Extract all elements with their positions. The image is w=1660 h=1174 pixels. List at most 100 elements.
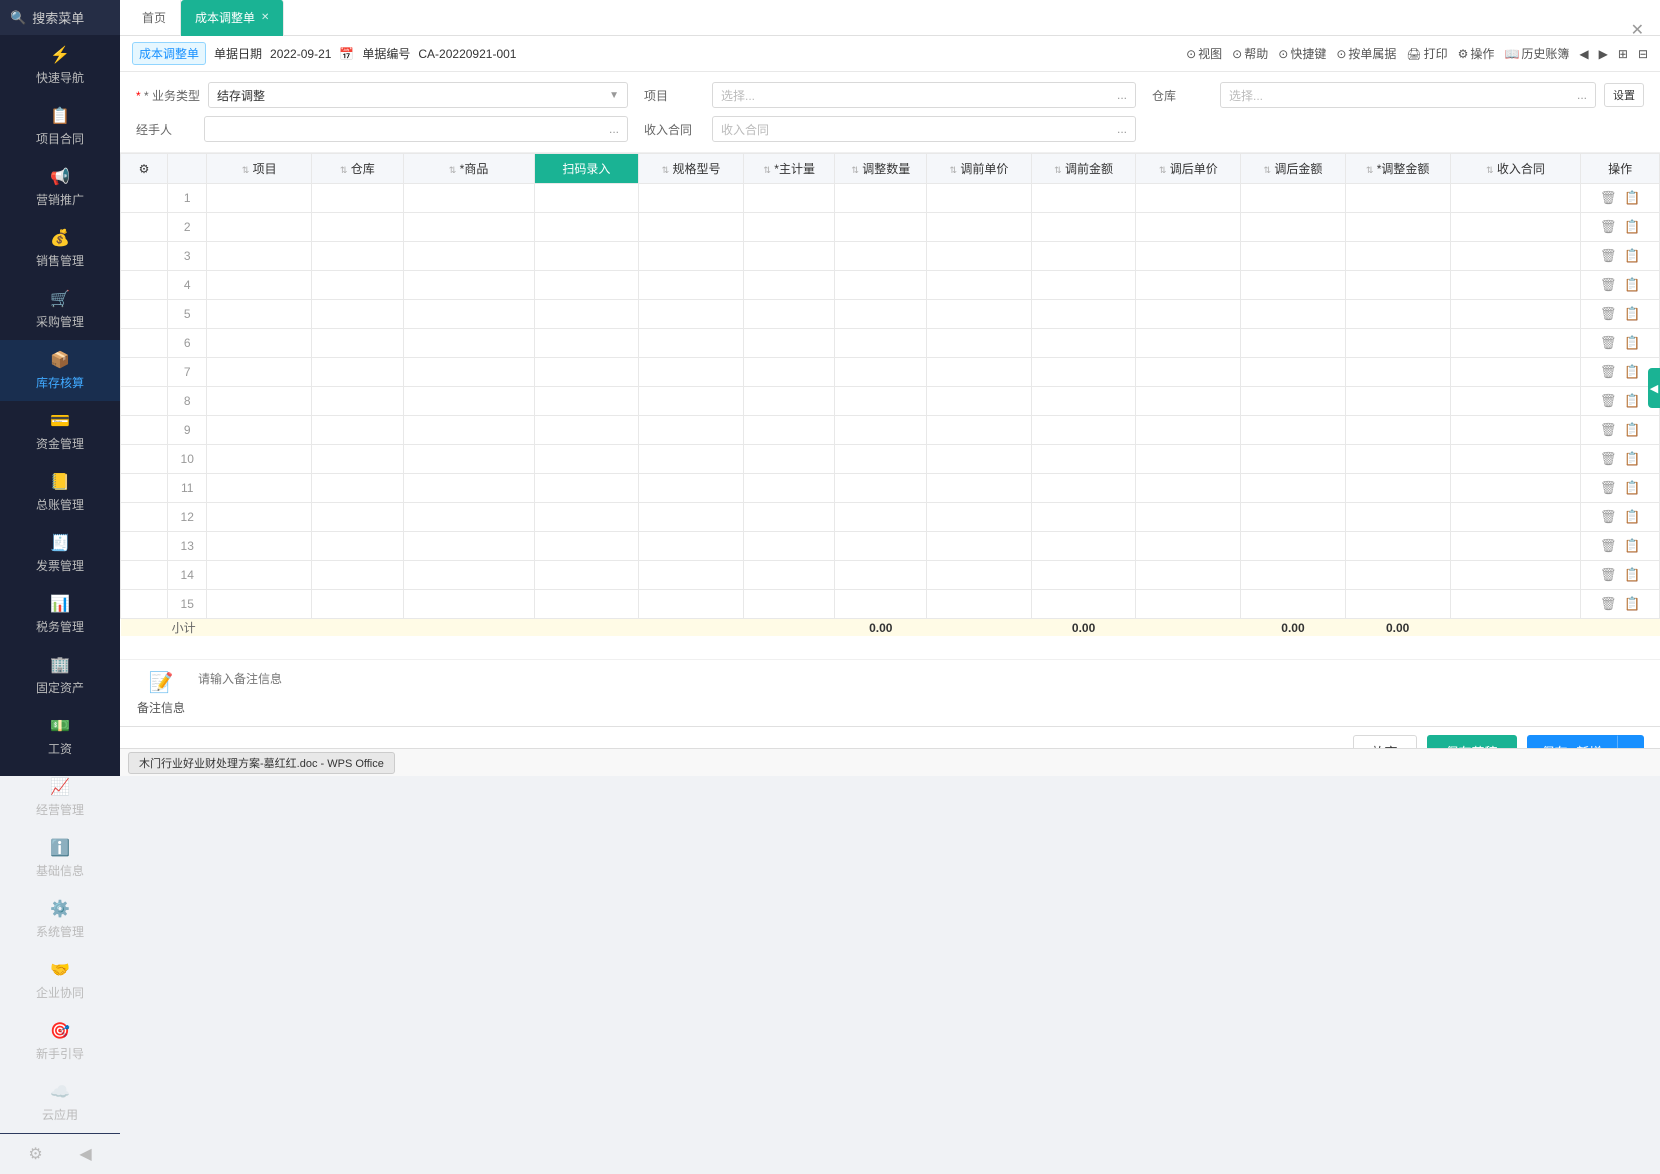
cell-new_amount-3[interactable] — [1241, 242, 1346, 271]
cell-prev_amount-3[interactable] — [1031, 242, 1136, 271]
cell-settings-7[interactable] — [121, 358, 168, 387]
cell-warehouse-3[interactable] — [312, 242, 404, 271]
cell-prev_price-12[interactable] — [927, 503, 1032, 532]
cell-settings-5[interactable] — [121, 300, 168, 329]
cell-action-5[interactable]: 🗑 📋 — [1581, 300, 1660, 329]
sidebar-item-payroll[interactable]: 💵 工资 — [0, 706, 120, 767]
cell-unit-11[interactable] — [743, 474, 835, 503]
row-copy-6[interactable]: 📋 — [1622, 333, 1642, 353]
cell-new_price-8[interactable] — [1136, 387, 1241, 416]
cell-scan-3[interactable] — [534, 242, 639, 271]
sidebar-item-new-guide[interactable]: 🎯 新手引导 — [0, 1011, 120, 1072]
cell-action-10[interactable]: 🗑 📋 — [1581, 445, 1660, 474]
cell-prev_amount-9[interactable] — [1031, 416, 1136, 445]
cell-spec-11[interactable] — [639, 474, 744, 503]
cell-new_price-5[interactable] — [1136, 300, 1241, 329]
cell-adj_amount-8[interactable] — [1345, 387, 1450, 416]
cell-spec-7[interactable] — [639, 358, 744, 387]
cell-unit-6[interactable] — [743, 329, 835, 358]
cell-new_amount-2[interactable] — [1241, 213, 1346, 242]
cell-adj_qty-12[interactable] — [835, 503, 927, 532]
cell-warehouse-4[interactable] — [312, 271, 404, 300]
cell-settings-13[interactable] — [121, 532, 168, 561]
cell-settings-11[interactable] — [121, 474, 168, 503]
cell-scan-7[interactable] — [534, 358, 639, 387]
project-input[interactable]: 选择... ... — [712, 82, 1136, 108]
cell-new_amount-14[interactable] — [1241, 561, 1346, 590]
cell-settings-4[interactable] — [121, 271, 168, 300]
cell-unit-4[interactable] — [743, 271, 835, 300]
cell-unit-10[interactable] — [743, 445, 835, 474]
cell-income_contract-11[interactable] — [1450, 474, 1581, 503]
row-delete-13[interactable]: 🗑 — [1598, 536, 1619, 556]
cell-product-9[interactable] — [403, 416, 534, 445]
cell-adj_amount-6[interactable] — [1345, 329, 1450, 358]
cell-scan-8[interactable] — [534, 387, 639, 416]
cell-warehouse-8[interactable] — [312, 387, 404, 416]
cell-prev_amount-5[interactable] — [1031, 300, 1136, 329]
cell-prev_price-11[interactable] — [927, 474, 1032, 503]
cell-prev_price-1[interactable] — [927, 184, 1032, 213]
row-delete-11[interactable]: 🗑 — [1598, 478, 1619, 498]
cell-scan-10[interactable] — [534, 445, 639, 474]
cell-prev_amount-1[interactable] — [1031, 184, 1136, 213]
sidebar-item-inventory[interactable]: 📦 库存核算 — [0, 340, 120, 401]
cell-new_price-10[interactable] — [1136, 445, 1241, 474]
cell-new_price-6[interactable] — [1136, 329, 1241, 358]
cell-adj_amount-3[interactable] — [1345, 242, 1450, 271]
sidebar-item-sys-mgmt[interactable]: ⚙️ 系统管理 — [0, 889, 120, 950]
cell-prev_price-13[interactable] — [927, 532, 1032, 561]
cell-product-8[interactable] — [403, 387, 534, 416]
sidebar-item-purchase-mgmt[interactable]: 🛒 采购管理 — [0, 279, 120, 340]
cell-adj_amount-11[interactable] — [1345, 474, 1450, 503]
row-delete-15[interactable]: 🗑 — [1598, 594, 1619, 614]
cell-action-1[interactable]: 🗑 📋 — [1581, 184, 1660, 213]
cell-new_price-9[interactable] — [1136, 416, 1241, 445]
row-delete-7[interactable]: 🗑 — [1598, 362, 1619, 382]
row-copy-12[interactable]: 📋 — [1622, 507, 1642, 527]
cell-new_amount-1[interactable] — [1241, 184, 1346, 213]
cell-rownum-12[interactable]: 12 — [168, 503, 207, 532]
cell-prev_amount-15[interactable] — [1031, 590, 1136, 619]
cell-prev_price-9[interactable] — [927, 416, 1032, 445]
cell-prev_amount-13[interactable] — [1031, 532, 1136, 561]
cell-settings-9[interactable] — [121, 416, 168, 445]
cell-warehouse-15[interactable] — [312, 590, 404, 619]
row-copy-5[interactable]: 📋 — [1622, 304, 1642, 324]
cell-adj_amount-5[interactable] — [1345, 300, 1450, 329]
cell-product-4[interactable] — [403, 271, 534, 300]
cell-scan-14[interactable] — [534, 561, 639, 590]
nav-next-button[interactable]: ▶ — [1599, 47, 1608, 61]
cell-warehouse-13[interactable] — [312, 532, 404, 561]
cell-new_price-3[interactable] — [1136, 242, 1241, 271]
cell-income_contract-10[interactable] — [1450, 445, 1581, 474]
cell-prev_amount-2[interactable] — [1031, 213, 1136, 242]
settings-bottom-icon[interactable]: ⚙ — [28, 1144, 42, 1164]
cell-income_contract-2[interactable] — [1450, 213, 1581, 242]
cell-rownum-11[interactable]: 11 — [168, 474, 207, 503]
cell-prev_price-15[interactable] — [927, 590, 1032, 619]
cell-prev_price-10[interactable] — [927, 445, 1032, 474]
cell-prev_price-7[interactable] — [927, 358, 1032, 387]
row-copy-11[interactable]: 📋 — [1622, 478, 1642, 498]
cell-unit-1[interactable] — [743, 184, 835, 213]
cell-adj_qty-8[interactable] — [835, 387, 927, 416]
cell-unit-12[interactable] — [743, 503, 835, 532]
view-action[interactable]: ⊙ 视图 — [1186, 45, 1222, 62]
row-delete-1[interactable]: 🗑 — [1598, 188, 1619, 208]
cell-warehouse-1[interactable] — [312, 184, 404, 213]
sidebar-item-tax-mgmt[interactable]: 📊 税务管理 — [0, 584, 120, 645]
col-header-scan[interactable]: 扫码录入 — [534, 154, 639, 184]
cell-warehouse-10[interactable] — [312, 445, 404, 474]
cell-adj_qty-13[interactable] — [835, 532, 927, 561]
cell-income_contract-6[interactable] — [1450, 329, 1581, 358]
cell-adj_qty-1[interactable] — [835, 184, 927, 213]
row-copy-1[interactable]: 📋 — [1622, 188, 1642, 208]
cell-unit-13[interactable] — [743, 532, 835, 561]
cell-action-11[interactable]: 🗑 📋 — [1581, 474, 1660, 503]
operation-action[interactable]: ⚙ 操作 — [1458, 45, 1495, 62]
cell-settings-14[interactable] — [121, 561, 168, 590]
sidebar-item-corp-coop[interactable]: 🤝 企业协同 — [0, 950, 120, 1011]
history-action[interactable]: 📖 历史账簿 — [1504, 45, 1569, 62]
cell-new_price-2[interactable] — [1136, 213, 1241, 242]
